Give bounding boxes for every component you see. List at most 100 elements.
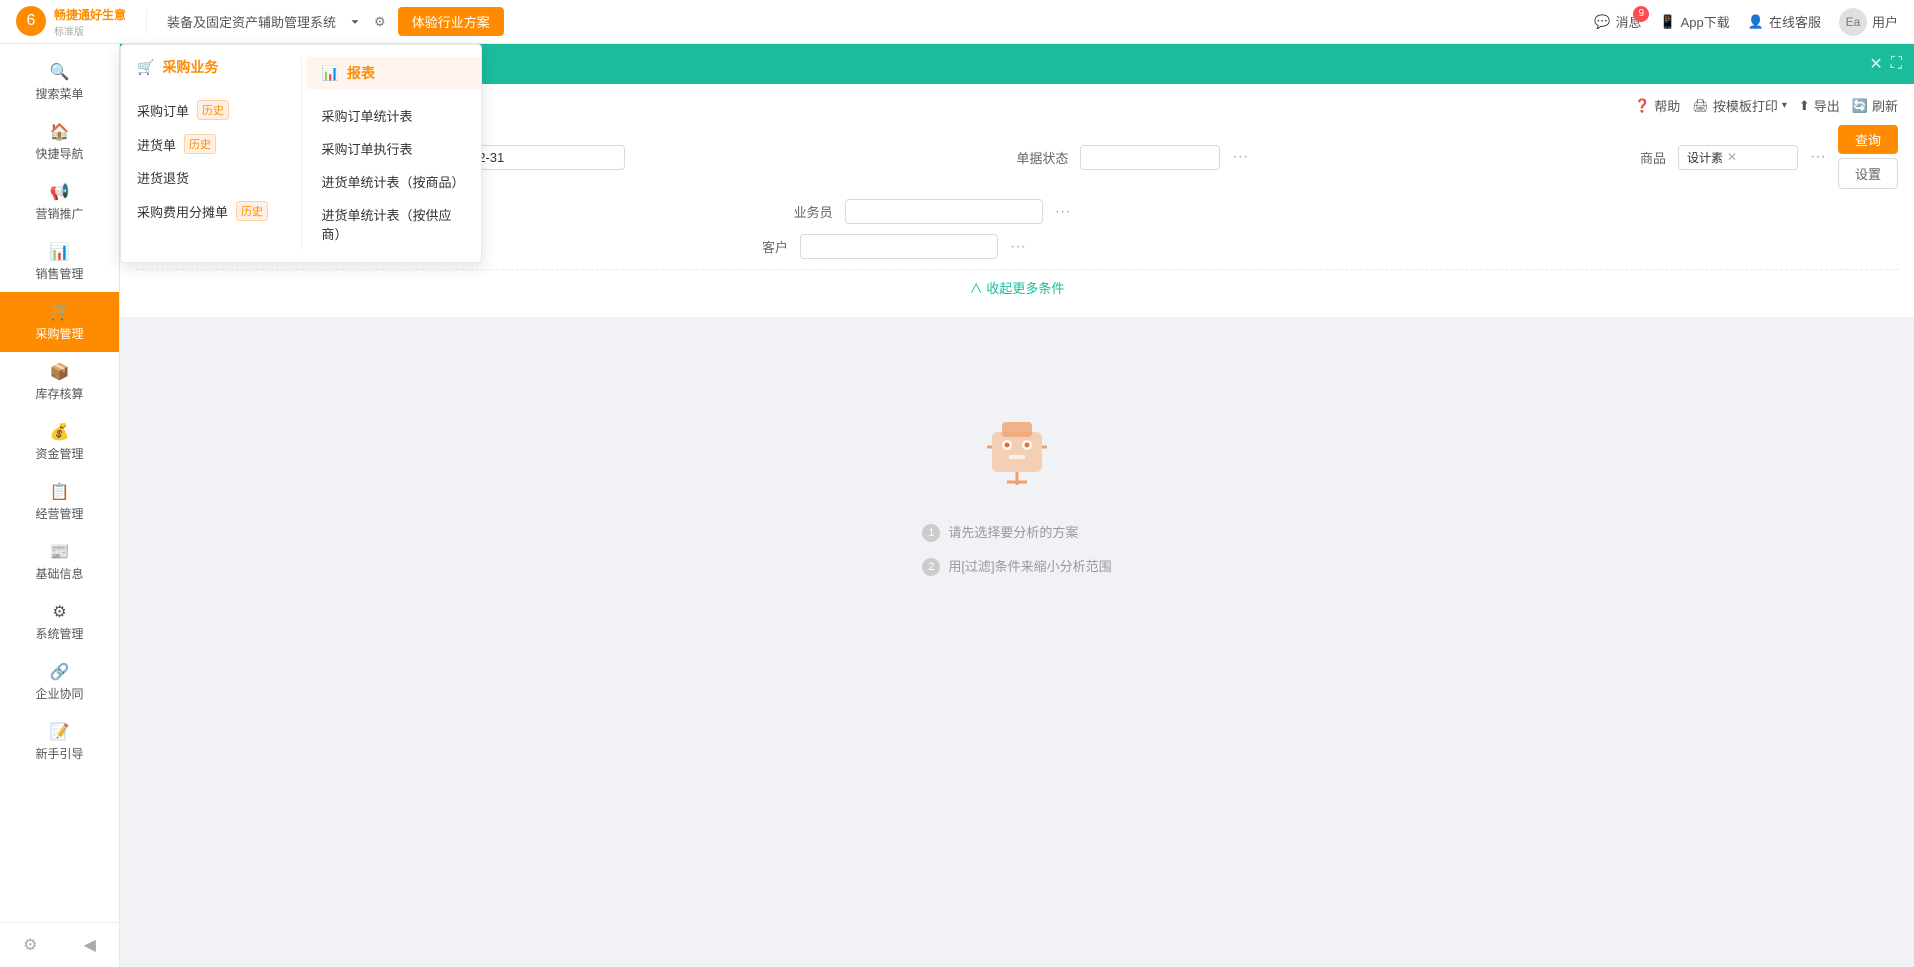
export-btn[interactable]: ⬆ 导出 [1799,96,1840,115]
marketing-icon: 📢 [50,182,70,202]
goods-tag-close[interactable]: ✕ [1727,150,1737,164]
query-btn[interactable]: 查询 [1838,125,1898,154]
collapse-icon: ∧ [970,281,983,296]
online-service-label: 在线客服 [1769,12,1821,31]
gear-button[interactable]: ⚙ [374,14,386,30]
help-label: 帮助 [1654,96,1680,115]
sidebar: 🔍 搜索菜单 🏠 快捷导航 📢 营销推广 📊 销售管理 🛒 采购管理 📦 库存核… [0,44,120,967]
sidebar-item-operations[interactable]: 📋 经营管理 [0,472,119,532]
online-service-btn[interactable]: 👤 在线客服 [1748,12,1821,31]
purchase-expense-history: 历史 [236,201,268,221]
purchase-order-history: 历史 [197,100,229,120]
customer-dots[interactable]: ··· [1010,238,1026,256]
goods-tag: 设计素 ✕ [1687,149,1737,166]
refresh-btn[interactable]: 🔄 刷新 [1852,96,1898,115]
cooperation-icon: 🔗 [50,662,70,682]
guide-icon: 📝 [50,722,70,742]
basic-info-icon: 📰 [50,542,70,562]
salesperson-input[interactable] [845,199,1043,224]
purchase-order-exec-label: 采购订单执行表 [322,139,413,158]
tab-actions: ✕ ⛶ [1869,54,1914,74]
purchase-ops-icon: 🛒 [137,59,154,76]
export-label: 导出 [1814,96,1840,115]
tab-expand-btn[interactable]: ⛶ [1891,55,1902,73]
sidebar-item-inventory-label: 库存核算 [35,385,83,402]
user-btn[interactable]: Ea 用户 [1839,8,1898,36]
purchase-order-stats-item[interactable]: 采购订单统计表 [322,99,466,132]
purchase-order-exec-item[interactable]: 采购订单执行表 [322,132,466,165]
setting-btn[interactable]: 设置 [1838,158,1898,189]
sidebar-item-cooperation[interactable]: 🔗 企业协同 [0,652,119,712]
document-status-label: 单据状态 [1016,148,1068,167]
incoming-order-history: 历史 [184,134,216,154]
goods-label: 商品 [1640,148,1666,167]
sidebar-item-guide[interactable]: 📝 新手引导 [0,712,119,772]
incoming-stats-goods-label: 进货单统计表（按商品） [322,172,465,191]
top-header: 6 畅捷通好生意 标准版 装备及固定资产辅助管理系统 ⚙ 体验行业方案 💬 消息… [0,0,1914,44]
sidebar-bottom: ⚙ ◀ [0,922,119,967]
menu-divider [301,57,302,250]
document-status-select[interactable] [1080,145,1220,170]
purchase-dropdown-menu: 🛒 采购业务 采购订单 历史 进货单 历史 进货退货 采购费用分摊单 历史 [120,44,482,263]
salesperson-label: 业务员 [794,202,833,221]
settings-bottom-icon[interactable]: ⚙ [23,935,37,955]
print-btn[interactable]: 🖨 按模板打印 ▾ [1692,96,1787,115]
sidebar-item-quick-nav[interactable]: 🏠 快捷导航 [0,112,119,172]
reports-icon: 📊 [322,65,339,82]
document-status-dots[interactable]: ··· [1232,148,1248,166]
sidebar-item-system-label: 系统管理 [35,625,83,642]
sidebar-item-sales[interactable]: 📊 销售管理 [0,232,119,292]
app-download-btn[interactable]: 📱 App下载 [1659,12,1729,31]
collapse-sidebar-icon[interactable]: ◀ [84,935,96,955]
logo-icon: 6 [16,6,46,36]
reports-title-label: 报表 [347,63,375,83]
operations-icon: 📋 [50,482,70,502]
incoming-order-label: 进货单 [137,135,176,154]
main-layout: 🔍 搜索菜单 🏠 快捷导航 📢 营销推广 📊 销售管理 🛒 采购管理 📦 库存核… [0,44,1914,967]
purchase-expense-item[interactable]: 采购费用分摊单 历史 [137,194,281,228]
sidebar-item-purchase[interactable]: 🛒 采购管理 [0,292,119,352]
sidebar-item-quick-nav-label: 快捷导航 [35,145,83,162]
help-icon: ❓ [1634,98,1650,114]
step-1-num: 1 [922,524,940,542]
sidebar-item-system[interactable]: ⚙ 系统管理 [0,592,119,652]
incoming-stats-goods-item[interactable]: 进货单统计表（按商品） [322,165,466,198]
goods-dots[interactable]: ··· [1810,148,1826,166]
return-goods-item[interactable]: 进货退货 [137,161,281,194]
salesperson-dots[interactable]: ··· [1055,203,1071,221]
logo-area: 6 畅捷通好生意 标准版 [16,6,126,38]
sidebar-item-purchase-label: 采购管理 [35,325,83,342]
sidebar-item-finance[interactable]: 💰 资金管理 [0,412,119,472]
purchase-icon: 🛒 [50,302,70,322]
header-left: 6 畅捷通好生意 标准版 装备及固定资产辅助管理系统 ⚙ 体验行业方案 [16,6,504,38]
dropdown-col-reports: 📊 报表 采购订单统计表 采购订单执行表 进货单统计表（按商品） 进货单统计表（… [306,57,482,250]
action-btns: 查询 设置 [1838,125,1898,189]
phone-icon: 📱 [1659,14,1675,30]
customer-label: 客户 [762,237,788,256]
empty-text: 1 请先选择要分析的方案 2 用[过滤]条件来缩小分析范围 [922,520,1111,580]
sidebar-item-search[interactable]: 🔍 搜索菜单 [0,52,119,112]
sidebar-item-marketing[interactable]: 📢 营销推广 [0,172,119,232]
sidebar-item-basic-info[interactable]: 📰 基础信息 [0,532,119,592]
incoming-order-item[interactable]: 进货单 历史 [137,127,281,161]
refresh-label: 刷新 [1872,96,1898,115]
industry-btn[interactable]: 体验行业方案 [398,7,504,36]
sidebar-item-marketing-label: 营销推广 [35,205,83,222]
sidebar-item-inventory[interactable]: 📦 库存核算 [0,352,119,412]
help-btn[interactable]: ❓ 帮助 [1634,96,1680,115]
purchase-order-item[interactable]: 采购订单 历史 [137,93,281,127]
customer-input[interactable] [800,234,998,259]
notifications-btn[interactable]: 💬 消息 9 [1594,12,1641,31]
export-icon: ⬆ [1799,98,1810,114]
header-dropdown[interactable] [348,15,362,29]
goods-input-wrap[interactable]: 设计素 ✕ [1678,145,1798,170]
incoming-stats-supplier-item[interactable]: 进货单统计表（按供应商） [322,198,466,250]
tab-close-btn[interactable]: ✕ [1869,54,1882,74]
step-2-num: 2 [922,558,940,576]
collapse-bar[interactable]: ∧ 收起更多条件 [136,269,1898,305]
notifications-badge: 9 [1633,6,1649,22]
goods-tag-label: 设计素 [1687,149,1723,166]
logo-main-text: 畅捷通好生意 [54,6,126,23]
return-goods-label: 进货退货 [137,168,189,187]
home-icon: 🏠 [50,122,70,142]
